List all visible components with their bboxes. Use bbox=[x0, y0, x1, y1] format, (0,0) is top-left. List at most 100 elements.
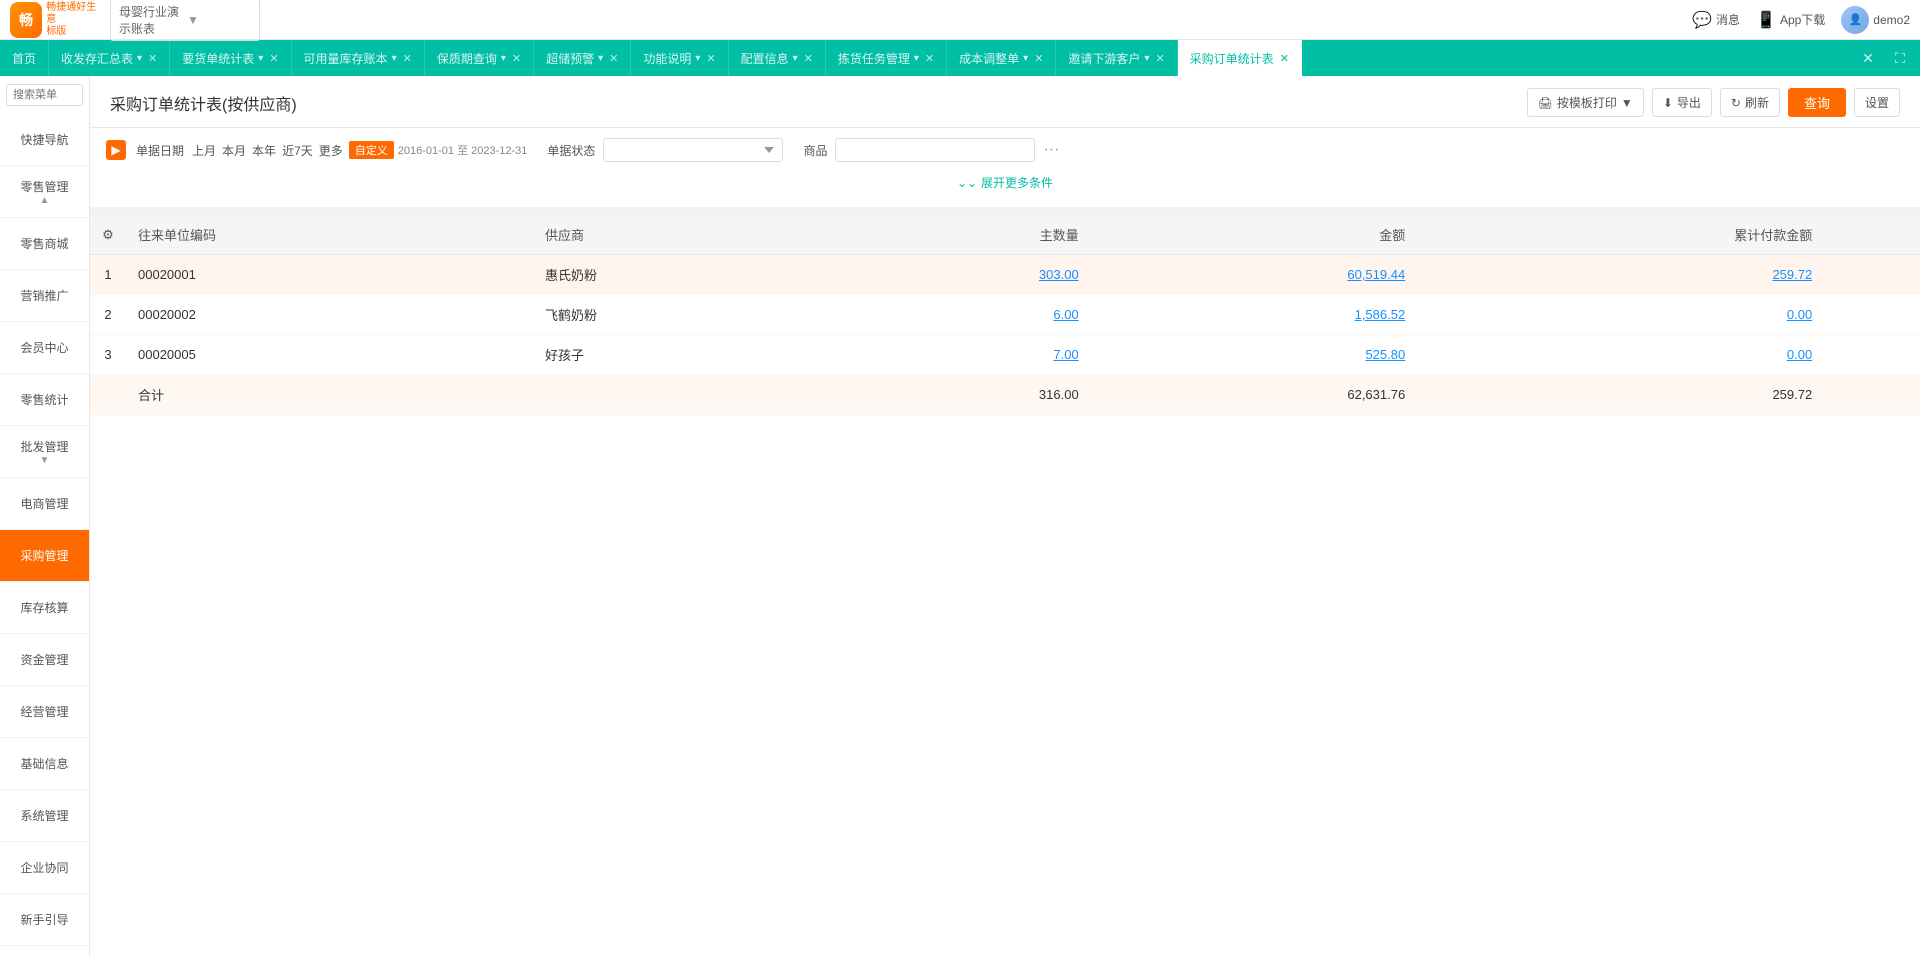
table-row[interactable]: 2 00020002 飞鹤奶粉 6.00 1,586.52 0.00 bbox=[90, 295, 1920, 335]
top-right: 💬 消息 📱 App下载 👤 demo2 bbox=[1692, 6, 1910, 34]
tab-config-info[interactable]: 配置信息 ▾ ✕ bbox=[729, 40, 826, 76]
workspace-selector[interactable]: 母婴行业演示账表 ▼ bbox=[110, 0, 260, 41]
tab-purchase-stats[interactable]: 采购订单统计表 ✕ bbox=[1178, 40, 1302, 76]
goods-input[interactable] bbox=[835, 138, 1035, 162]
table-row[interactable]: 1 00020001 惠氏奶粉 303.00 60,519.44 259.72 bbox=[90, 255, 1920, 295]
sidebar-item-enterprise-coop[interactable]: 企业协同 bbox=[0, 842, 89, 894]
tab-dropdown-arrow[interactable]: ▾ bbox=[598, 53, 603, 64]
tab-usable-stock[interactable]: 可用量库存账本 ▾ ✕ bbox=[292, 40, 425, 76]
print-button[interactable]: 🖨 按模板打印 ▼ bbox=[1527, 88, 1644, 117]
sidebar-search-area bbox=[0, 76, 89, 114]
sidebar-item-retail-mall[interactable]: 零售商城 bbox=[0, 218, 89, 270]
message-btn[interactable]: 💬 消息 bbox=[1692, 10, 1740, 30]
shortcut-last-7-days[interactable]: 近7天 bbox=[282, 142, 313, 159]
tab-cost-adjust[interactable]: 成本调整单 ▾ ✕ bbox=[947, 40, 1056, 76]
phone-icon: 📱 bbox=[1756, 10, 1776, 30]
unit-code-cell: 00020002 bbox=[126, 295, 533, 335]
finance-mgmt-label: 资金管理 bbox=[20, 651, 68, 668]
tab-close-icon[interactable]: ✕ bbox=[925, 52, 934, 65]
paid-amount-cell: 0.00 bbox=[1417, 295, 1824, 335]
wholesale-mgmt-arrow: ▼ bbox=[40, 455, 50, 466]
sidebar-item-system-mgmt[interactable]: 系统管理 bbox=[0, 790, 89, 842]
tab-receive-summary[interactable]: 收发存汇总表 ▾ ✕ bbox=[49, 40, 170, 76]
tab-close-icon[interactable]: ✕ bbox=[609, 52, 618, 65]
shortcut-more[interactable]: 更多 bbox=[319, 142, 343, 159]
settings-col-icon: ⚙ bbox=[102, 227, 114, 242]
supplier-cell: 惠氏奶粉 bbox=[533, 255, 836, 295]
footer-label: 合计 bbox=[126, 375, 836, 415]
date-range-display: 2016-01-01 至 2023-12-31 bbox=[398, 142, 528, 158]
sidebar-item-inventory-check[interactable]: 库存核算 bbox=[0, 582, 89, 634]
nav-expand-btn[interactable]: ⛶ bbox=[1888, 46, 1912, 70]
sidebar-item-retail-mgmt[interactable]: 零售管理 ▲ bbox=[0, 166, 89, 218]
sidebar-item-member-center[interactable]: 会员中心 bbox=[0, 322, 89, 374]
nav-right-btns: ✕ ⛶ bbox=[1848, 46, 1920, 70]
tab-dropdown-arrow[interactable]: ▾ bbox=[501, 53, 506, 64]
sidebar-item-purchase-mgmt[interactable]: 采购管理 bbox=[0, 530, 89, 582]
export-button[interactable]: ⬇ 导出 bbox=[1652, 88, 1712, 117]
supplier-cell: 好孩子 bbox=[533, 335, 836, 375]
retail-mgmt-label: 零售管理 bbox=[20, 178, 68, 195]
footer-quantity: 316.00 bbox=[836, 375, 1090, 415]
tab-close-icon[interactable]: ✕ bbox=[512, 52, 521, 65]
sidebar-item-marketing[interactable]: 营销推广 bbox=[0, 270, 89, 322]
tab-home[interactable]: 首页 bbox=[0, 40, 49, 76]
query-button[interactable]: 查询 bbox=[1788, 88, 1846, 117]
tab-dropdown-arrow[interactable]: ▾ bbox=[258, 53, 263, 64]
tab-dropdown-arrow[interactable]: ▾ bbox=[793, 53, 798, 64]
shortcut-custom[interactable]: 自定义 bbox=[349, 141, 394, 159]
sidebar-item-app-center[interactable]: 应用中心 bbox=[0, 946, 89, 957]
tab-close-icon[interactable]: ✕ bbox=[269, 52, 278, 65]
sidebar-item-basic-info[interactable]: 基础信息 bbox=[0, 738, 89, 790]
tab-overstock-warning[interactable]: 超储预警 ▾ ✕ bbox=[534, 40, 631, 76]
filter-toggle-btn[interactable]: ▶ bbox=[106, 140, 126, 160]
settings-button[interactable]: 设置 bbox=[1854, 88, 1900, 117]
marketing-label: 营销推广 bbox=[20, 287, 68, 304]
tab-function-desc[interactable]: 功能说明 ▾ ✕ bbox=[631, 40, 728, 76]
tab-close-icon[interactable]: ✕ bbox=[148, 52, 157, 65]
table-row[interactable]: 3 00020005 好孩子 7.00 525.80 0.00 bbox=[90, 335, 1920, 375]
shortcut-this-year[interactable]: 本年 bbox=[252, 142, 276, 159]
tab-close-icon[interactable]: ✕ bbox=[1280, 52, 1289, 65]
search-input[interactable] bbox=[6, 84, 83, 106]
tab-invite-customer[interactable]: 邀请下游客户 ▾ ✕ bbox=[1056, 40, 1177, 76]
sidebar-item-new-guide[interactable]: 新手引导 bbox=[0, 894, 89, 946]
tab-warranty-query[interactable]: 保质期查询 ▾ ✕ bbox=[425, 40, 534, 76]
shortcut-last-month[interactable]: 上月 bbox=[192, 142, 216, 159]
sidebar-item-operations-mgmt[interactable]: 经营管理 bbox=[0, 686, 89, 738]
tab-close-icon[interactable]: ✕ bbox=[1034, 52, 1043, 65]
sidebar-item-retail-stats[interactable]: 零售统计 bbox=[0, 374, 89, 426]
footer-paid-amount: 259.72 bbox=[1417, 375, 1824, 415]
expand-icon: ⌄⌄ bbox=[957, 176, 977, 190]
tab-close-icon[interactable]: ✕ bbox=[1155, 52, 1164, 65]
tab-dropdown-arrow[interactable]: ▾ bbox=[1144, 53, 1149, 64]
nav-close-btn[interactable]: ✕ bbox=[1856, 46, 1880, 70]
sidebar-item-ecommerce-mgmt[interactable]: 电商管理 bbox=[0, 478, 89, 530]
tab-order-stats[interactable]: 要货单统计表 ▾ ✕ bbox=[170, 40, 291, 76]
col-settings[interactable]: ⚙ bbox=[90, 215, 126, 255]
refresh-button[interactable]: ↻ 刷新 bbox=[1720, 88, 1780, 117]
user-profile[interactable]: 👤 demo2 bbox=[1841, 6, 1910, 34]
tab-close-icon[interactable]: ✕ bbox=[403, 52, 412, 65]
tab-dropdown-arrow[interactable]: ▾ bbox=[695, 53, 700, 64]
tab-close-icon[interactable]: ✕ bbox=[706, 52, 715, 65]
sidebar-item-finance-mgmt[interactable]: 资金管理 bbox=[0, 634, 89, 686]
tab-dropdown-arrow[interactable]: ▾ bbox=[1023, 53, 1028, 64]
tab-label: 首页 bbox=[12, 50, 36, 67]
supplier-cell: 飞鹤奶粉 bbox=[533, 295, 836, 335]
wholesale-mgmt-label: 批发管理 bbox=[20, 438, 68, 455]
app-download-btn[interactable]: 📱 App下载 bbox=[1756, 10, 1825, 30]
tab-dropdown-arrow[interactable]: ▾ bbox=[137, 53, 142, 64]
sidebar-item-wholesale-mgmt[interactable]: 批发管理 ▼ bbox=[0, 426, 89, 478]
shortcut-this-month[interactable]: 本月 bbox=[222, 142, 246, 159]
tab-picking-task[interactable]: 拣货任务管理 ▾ ✕ bbox=[826, 40, 947, 76]
tab-dropdown-arrow[interactable]: ▾ bbox=[914, 53, 919, 64]
expand-more-btn[interactable]: ⌄⌄ 展开更多条件 bbox=[951, 168, 1059, 197]
tab-label: 配置信息 bbox=[741, 50, 789, 67]
sidebar-item-quick-nav[interactable]: 快捷导航 bbox=[0, 114, 89, 166]
enterprise-coop-label: 企业协同 bbox=[20, 859, 68, 876]
tab-close-icon[interactable]: ✕ bbox=[804, 52, 813, 65]
tab-dropdown-arrow[interactable]: ▾ bbox=[392, 53, 397, 64]
status-select[interactable] bbox=[603, 138, 783, 162]
goods-more-icon[interactable]: ··· bbox=[1043, 141, 1059, 159]
